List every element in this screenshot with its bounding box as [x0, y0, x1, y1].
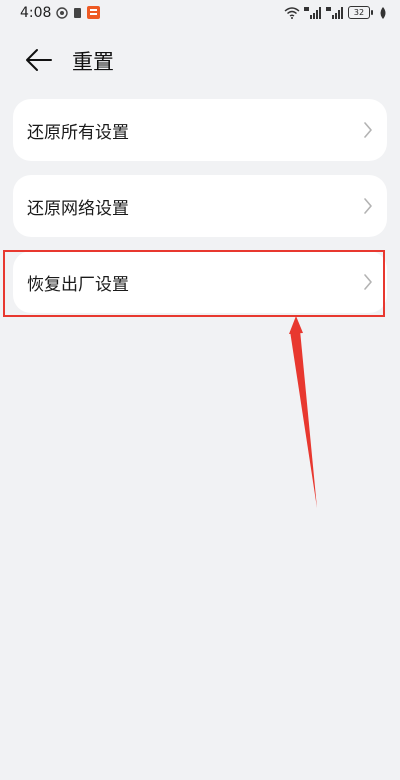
reset-network-settings-item[interactable]: 还原网络设置 [13, 175, 387, 237]
notification-icon [56, 6, 68, 19]
status-right-icons: 32 [284, 6, 388, 19]
header: 重置 [0, 40, 400, 80]
battery-icon: 32 [348, 6, 373, 19]
status-left-icons [56, 6, 100, 19]
wifi-icon [284, 6, 300, 19]
signal-4g-icon-2 [326, 6, 343, 19]
reset-all-settings-item[interactable]: 还原所有设置 [13, 99, 387, 161]
status-time: 4:08 [20, 5, 52, 21]
factory-reset-item[interactable]: 恢复出厂设置 [13, 251, 387, 313]
status-bar: 4:08 32 [0, 0, 400, 28]
page-title: 重置 [72, 50, 114, 74]
back-arrow-icon[interactable] [25, 48, 53, 72]
leaf-icon [380, 6, 386, 19]
app-badge-icon [87, 6, 100, 19]
chevron-right-icon [364, 274, 372, 290]
item-label: 恢复出厂设置 [27, 275, 129, 295]
chevron-right-icon [364, 198, 372, 214]
signal-4g-icon [304, 6, 321, 19]
item-label: 还原所有设置 [27, 123, 129, 143]
sim-icon [74, 7, 81, 18]
chevron-right-icon [364, 122, 372, 138]
item-label: 还原网络设置 [27, 199, 129, 219]
